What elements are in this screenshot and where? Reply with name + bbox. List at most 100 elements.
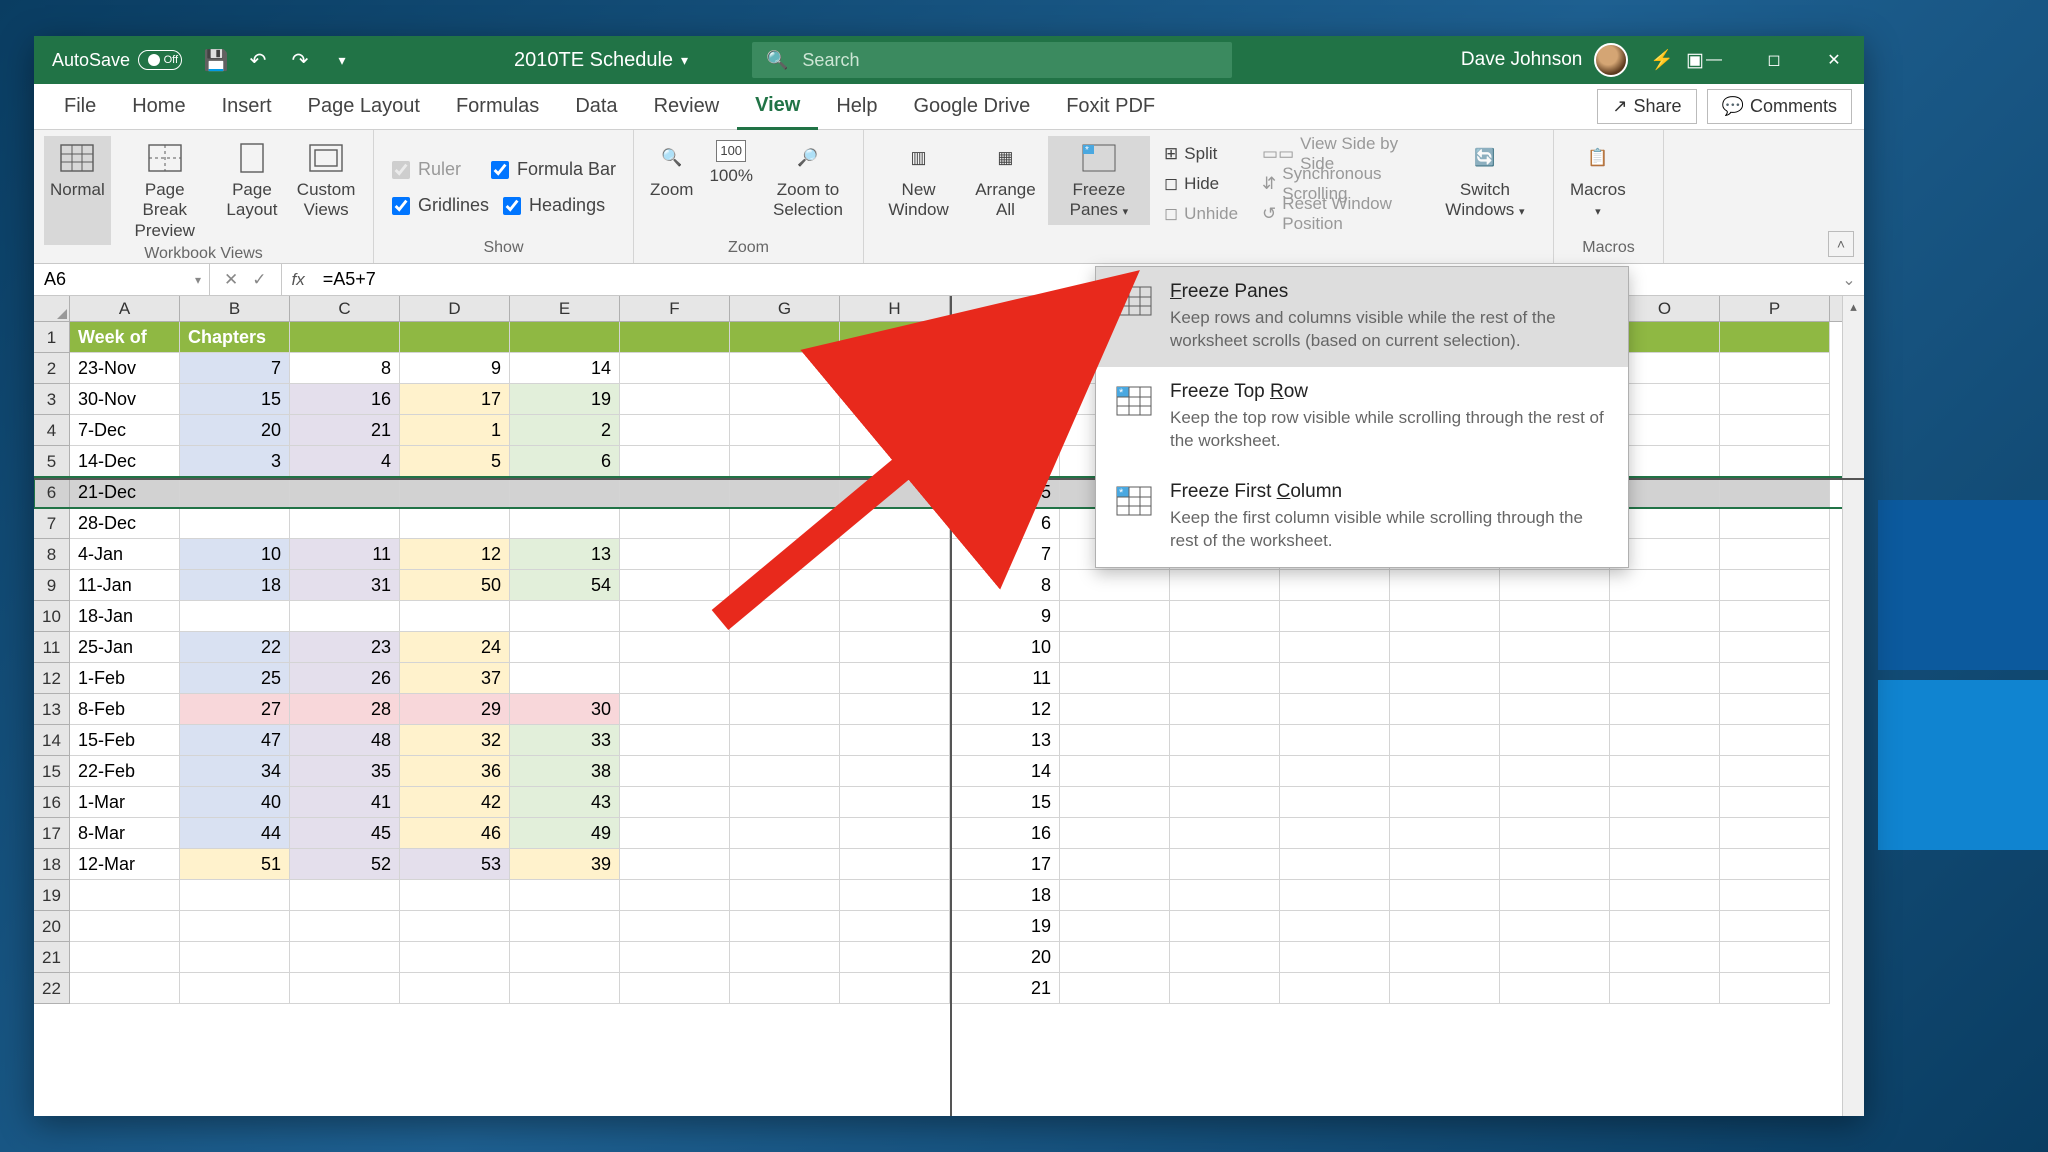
cell[interactable] bbox=[1060, 632, 1170, 663]
cell[interactable]: 25-Jan bbox=[70, 632, 180, 663]
cell[interactable]: 28 bbox=[290, 694, 400, 725]
cell[interactable]: 36 bbox=[400, 756, 510, 787]
cell[interactable] bbox=[620, 446, 730, 477]
cell[interactable]: Week of bbox=[70, 322, 180, 353]
cell[interactable] bbox=[510, 880, 620, 911]
cell[interactable]: 12 bbox=[400, 539, 510, 570]
cell[interactable] bbox=[620, 632, 730, 663]
row-header[interactable]: 7 bbox=[34, 508, 70, 539]
row-header[interactable]: 21 bbox=[34, 942, 70, 973]
cell[interactable]: 37 bbox=[400, 663, 510, 694]
cell[interactable]: 13 bbox=[950, 725, 1060, 756]
cell[interactable]: 54 bbox=[510, 570, 620, 601]
cell[interactable] bbox=[290, 911, 400, 942]
cell[interactable] bbox=[1720, 663, 1830, 694]
cell[interactable]: 6 bbox=[510, 446, 620, 477]
autosave-toggle[interactable]: AutoSave Off bbox=[52, 50, 182, 71]
cell[interactable]: 26 bbox=[290, 663, 400, 694]
split-button[interactable]: ⊞Split bbox=[1162, 140, 1240, 168]
cell[interactable] bbox=[620, 415, 730, 446]
cell[interactable] bbox=[1280, 880, 1390, 911]
cell[interactable] bbox=[950, 322, 1060, 353]
cell[interactable] bbox=[1390, 725, 1500, 756]
cell[interactable] bbox=[1060, 694, 1170, 725]
tab-foxit-pdf[interactable]: Foxit PDF bbox=[1048, 84, 1173, 130]
cell[interactable] bbox=[1720, 539, 1830, 570]
cell[interactable] bbox=[1280, 973, 1390, 1004]
cell[interactable] bbox=[1280, 849, 1390, 880]
cell[interactable] bbox=[730, 973, 840, 1004]
cell[interactable]: 48 bbox=[290, 725, 400, 756]
switch-windows-button[interactable]: 🔄Switch Windows ▾ bbox=[1427, 136, 1543, 225]
cell[interactable] bbox=[620, 818, 730, 849]
cell[interactable] bbox=[1060, 756, 1170, 787]
cell[interactable]: 21 bbox=[950, 973, 1060, 1004]
cell[interactable] bbox=[510, 601, 620, 632]
name-box[interactable]: A6 bbox=[34, 264, 210, 296]
cell[interactable] bbox=[1610, 756, 1720, 787]
row-header[interactable]: 19 bbox=[34, 880, 70, 911]
cell[interactable]: 15 bbox=[950, 787, 1060, 818]
cell[interactable] bbox=[840, 570, 950, 601]
zoom-to-selection-button[interactable]: 🔎Zoom to Selection bbox=[763, 136, 853, 239]
cell[interactable] bbox=[1500, 880, 1610, 911]
cell[interactable] bbox=[1720, 725, 1830, 756]
cell[interactable]: 10 bbox=[950, 632, 1060, 663]
cell[interactable] bbox=[1170, 849, 1280, 880]
cell[interactable]: 33 bbox=[510, 725, 620, 756]
page-break-preview-button[interactable]: Page Break Preview bbox=[115, 136, 215, 245]
cell[interactable]: 8-Feb bbox=[70, 694, 180, 725]
cell[interactable] bbox=[1170, 880, 1280, 911]
cell[interactable]: 1 bbox=[950, 353, 1060, 384]
cell[interactable] bbox=[840, 477, 950, 508]
cell[interactable]: 8 bbox=[950, 570, 1060, 601]
close-button[interactable]: ✕ bbox=[1804, 36, 1864, 84]
cell[interactable]: 30-Nov bbox=[70, 384, 180, 415]
cell[interactable] bbox=[1720, 601, 1830, 632]
cell[interactable] bbox=[1720, 384, 1830, 415]
cell[interactable] bbox=[1720, 446, 1830, 477]
cell[interactable]: 1-Mar bbox=[70, 787, 180, 818]
cell[interactable]: 11 bbox=[290, 539, 400, 570]
cell[interactable] bbox=[730, 849, 840, 880]
cell[interactable]: 16 bbox=[950, 818, 1060, 849]
cell[interactable]: 44 bbox=[180, 818, 290, 849]
cell[interactable]: 4 bbox=[290, 446, 400, 477]
cell[interactable] bbox=[400, 601, 510, 632]
cell[interactable] bbox=[180, 601, 290, 632]
cell[interactable] bbox=[510, 322, 620, 353]
cell[interactable] bbox=[70, 911, 180, 942]
cell[interactable] bbox=[1720, 508, 1830, 539]
cell[interactable] bbox=[1610, 601, 1720, 632]
cell[interactable] bbox=[1060, 818, 1170, 849]
cell[interactable] bbox=[1280, 818, 1390, 849]
cell[interactable] bbox=[1500, 818, 1610, 849]
cell[interactable]: 20 bbox=[180, 415, 290, 446]
cell[interactable] bbox=[510, 942, 620, 973]
column-header[interactable]: C bbox=[290, 296, 400, 321]
cell[interactable] bbox=[840, 973, 950, 1004]
tab-help[interactable]: Help bbox=[818, 84, 895, 130]
cell[interactable]: 9 bbox=[400, 353, 510, 384]
cell[interactable] bbox=[1500, 787, 1610, 818]
cell[interactable] bbox=[1280, 787, 1390, 818]
cell[interactable] bbox=[70, 942, 180, 973]
row-header[interactable]: 20 bbox=[34, 911, 70, 942]
cell[interactable]: 22 bbox=[180, 632, 290, 663]
enter-formula-icon[interactable]: ✓ bbox=[252, 270, 266, 290]
cell[interactable] bbox=[1720, 632, 1830, 663]
cell[interactable] bbox=[840, 384, 950, 415]
freeze-option-freeze-top-row[interactable]: * Freeze Top RowKeep the top row visible… bbox=[1096, 367, 1628, 467]
cell[interactable] bbox=[730, 756, 840, 787]
column-header[interactable]: P bbox=[1720, 296, 1830, 321]
cell[interactable] bbox=[1060, 880, 1170, 911]
cell[interactable]: 45 bbox=[290, 818, 400, 849]
share-button[interactable]: ↗ Share bbox=[1597, 89, 1696, 124]
cell[interactable]: 21 bbox=[290, 415, 400, 446]
cell[interactable] bbox=[730, 322, 840, 353]
cell[interactable] bbox=[1720, 973, 1830, 1004]
cell[interactable] bbox=[400, 973, 510, 1004]
cell[interactable] bbox=[290, 601, 400, 632]
cell[interactable] bbox=[1720, 353, 1830, 384]
cell[interactable] bbox=[1390, 880, 1500, 911]
